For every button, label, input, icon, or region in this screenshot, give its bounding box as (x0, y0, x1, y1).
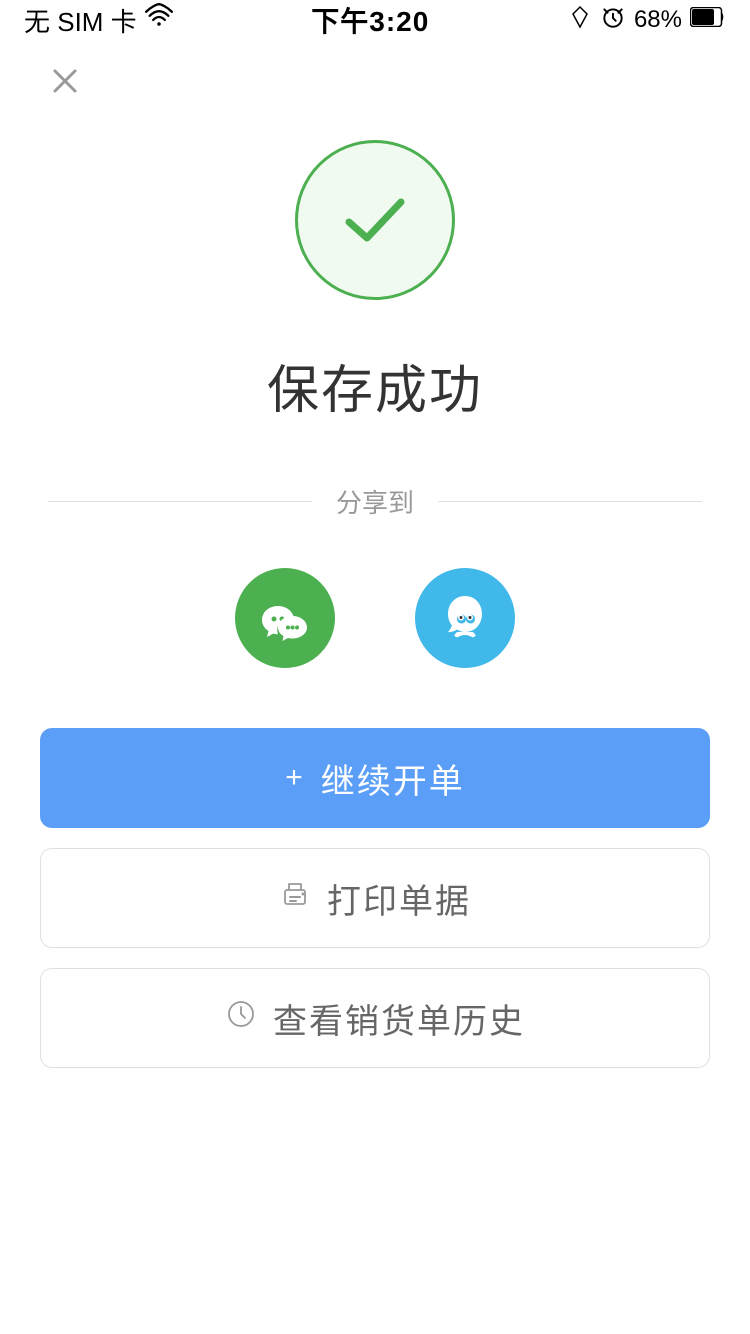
battery-icon (690, 6, 726, 34)
status-time: 下午3:20 (311, 0, 429, 40)
status-right: 68% (568, 4, 726, 37)
share-label: 分享到 (312, 483, 438, 520)
main-content: 保存成功 分享到 (0, 40, 750, 1068)
print-icon (279, 878, 311, 918)
plus-icon: + (285, 761, 305, 795)
status-left: 无 SIM 卡 (24, 2, 173, 39)
history-button[interactable]: 查看销货单历史 (40, 968, 710, 1068)
alarm-icon (600, 4, 626, 37)
success-title: 保存成功 (267, 348, 483, 423)
close-button[interactable] (40, 56, 90, 106)
share-icons (235, 568, 515, 668)
status-bar: 无 SIM 卡 下午3:20 68% (0, 0, 750, 40)
location-icon (568, 5, 592, 36)
share-wechat-button[interactable] (235, 568, 335, 668)
battery-text: 68% (634, 6, 682, 34)
history-icon (225, 998, 257, 1038)
carrier-text: 无 SIM 卡 (24, 2, 137, 39)
divider-right (438, 501, 702, 502)
share-qq-button[interactable] (415, 568, 515, 668)
success-circle (295, 140, 455, 300)
continue-button[interactable]: + 继续开单 (40, 728, 710, 828)
share-section: 分享到 (0, 483, 750, 668)
divider-left (48, 501, 312, 502)
wifi-icon (145, 3, 173, 38)
print-button[interactable]: 打印单据 (40, 848, 710, 948)
history-label: 查看销货单历史 (273, 994, 525, 1043)
share-divider: 分享到 (0, 483, 750, 520)
continue-label: 继续开单 (321, 754, 465, 803)
print-label: 打印单据 (327, 874, 471, 923)
action-buttons: + 继续开单 打印单据 (0, 728, 750, 1068)
